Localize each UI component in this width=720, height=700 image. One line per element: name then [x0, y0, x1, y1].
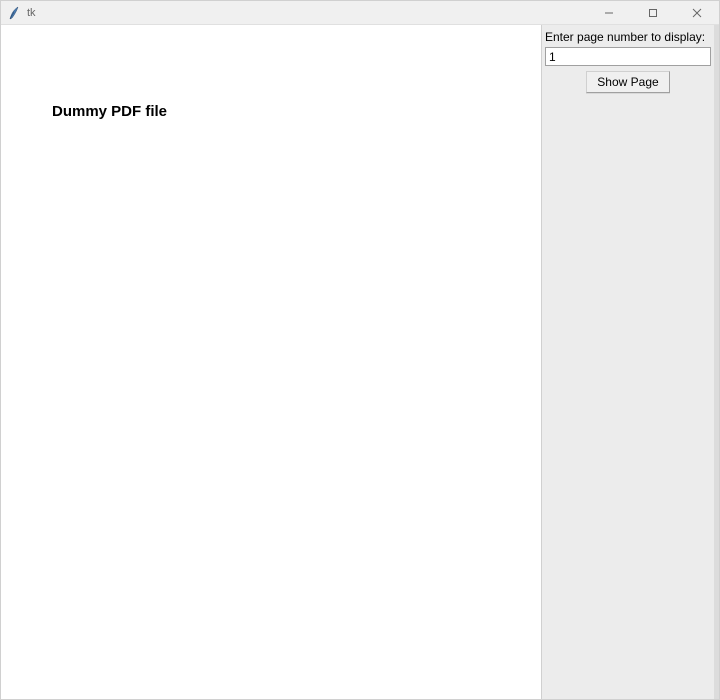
page-number-input[interactable] — [545, 47, 711, 66]
pdf-content-text: Dummy PDF file — [52, 103, 167, 120]
maximize-button[interactable] — [631, 1, 675, 24]
feather-icon — [7, 6, 21, 20]
close-icon — [692, 8, 702, 18]
content-area: Dummy PDF file Enter page number to disp… — [1, 25, 719, 699]
close-button[interactable] — [675, 1, 719, 24]
sidebar-panel: Enter page number to display: Show Page — [542, 25, 714, 699]
maximize-icon — [648, 8, 658, 18]
window-title: tk — [27, 7, 587, 19]
titlebar[interactable]: tk — [1, 1, 719, 25]
titlebar-controls — [587, 1, 719, 24]
vertical-scrollbar[interactable] — [714, 25, 719, 699]
minimize-icon — [604, 8, 614, 18]
pdf-viewer: Dummy PDF file — [1, 25, 542, 699]
app-window: tk Dummy PDF file — [0, 0, 720, 700]
minimize-button[interactable] — [587, 1, 631, 24]
page-number-label: Enter page number to display: — [545, 29, 711, 45]
show-page-button[interactable]: Show Page — [586, 71, 669, 93]
